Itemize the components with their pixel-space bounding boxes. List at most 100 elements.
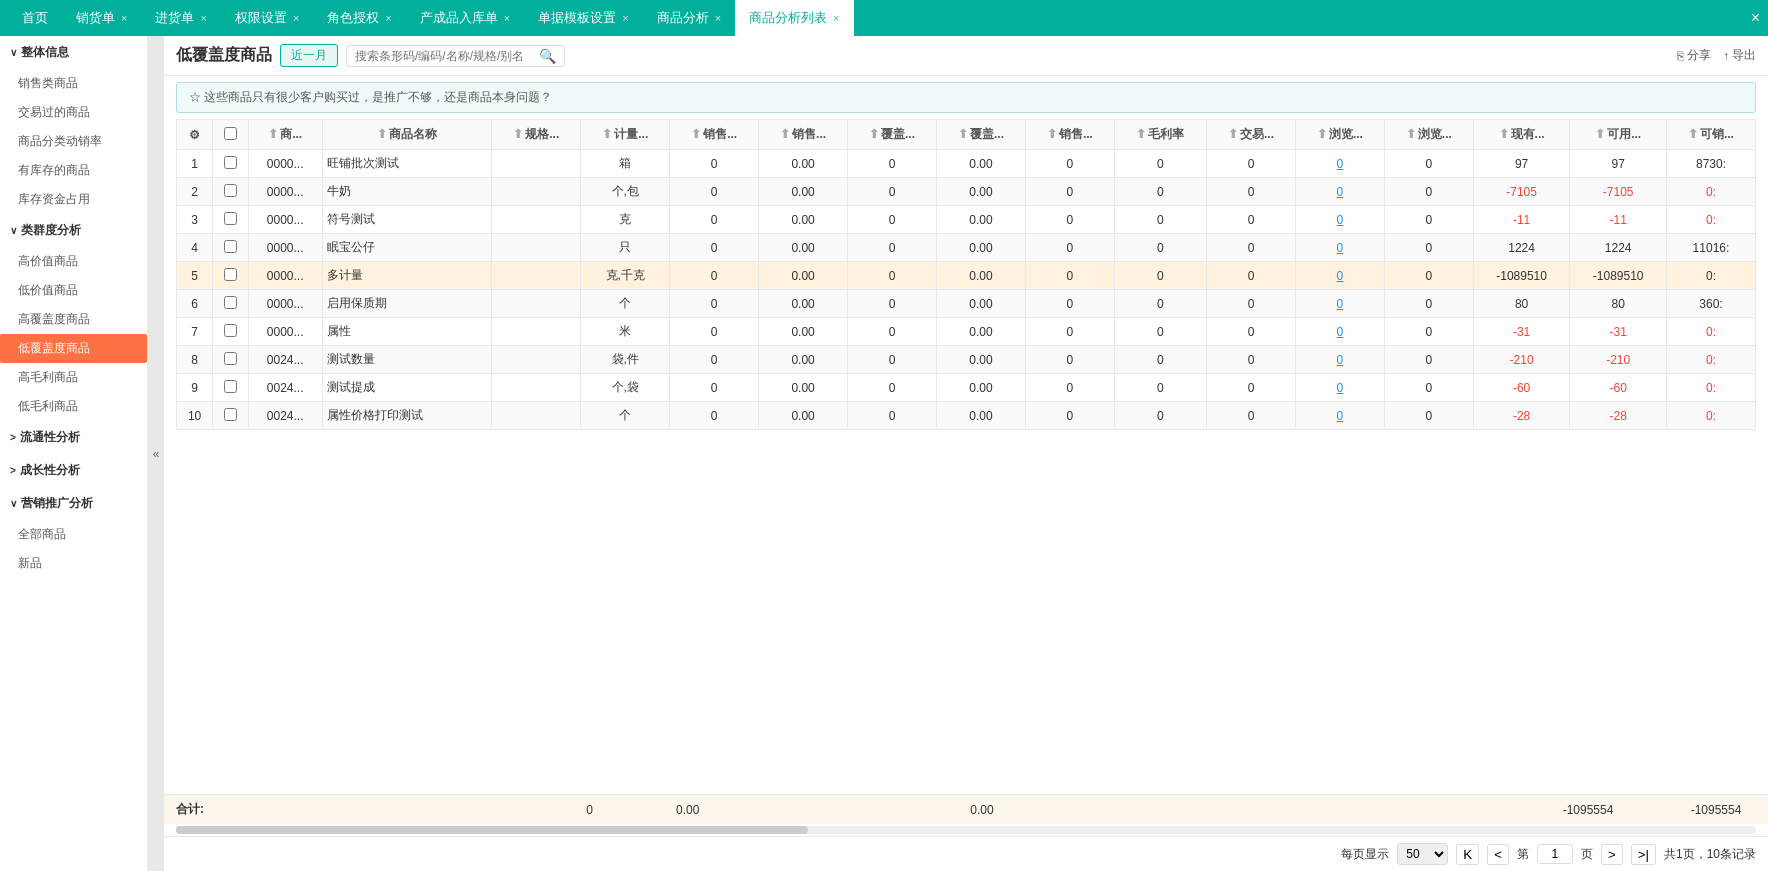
nav-tab-销货单[interactable]: 销货单×: [62, 0, 141, 36]
close-tab-icon[interactable]: ×: [715, 0, 721, 36]
export-btn[interactable]: ↑ 导出: [1723, 47, 1756, 64]
sidebar-section-成长性分析[interactable]: >成长性分析: [0, 454, 147, 487]
sidebar-section-流通性分析[interactable]: >流通性分析: [0, 421, 147, 454]
col-header-trade[interactable]: ⬆交易...: [1207, 120, 1296, 150]
prev-page-btn[interactable]: <: [1487, 844, 1509, 865]
row-sales-qty: 0: [670, 262, 759, 290]
sidebar-section-营销推广分析[interactable]: ∨营销推广分析: [0, 487, 147, 520]
search-icon[interactable]: 🔍: [539, 48, 556, 64]
browse-link[interactable]: 0: [1337, 325, 1344, 339]
row-checkbox[interactable]: [224, 352, 237, 365]
col-header-gross_margin[interactable]: ⬆毛利率: [1114, 120, 1206, 150]
sort-icon: ⬆: [780, 127, 790, 141]
row-checkbox[interactable]: [224, 296, 237, 309]
close-tab-icon[interactable]: ×: [293, 0, 299, 36]
browse-link[interactable]: 0: [1337, 409, 1344, 423]
col-header-browse2[interactable]: ⬆浏览...: [1384, 120, 1473, 150]
browse-link[interactable]: 0: [1337, 157, 1344, 171]
browse-link[interactable]: 0: [1337, 241, 1344, 255]
window-close-btn[interactable]: ×: [1751, 9, 1760, 27]
nav-tab-产成品入库单[interactable]: 产成品入库单×: [406, 0, 524, 36]
row-checkbox[interactable]: [224, 268, 237, 281]
browse-link[interactable]: 0: [1337, 353, 1344, 367]
col-header-sales_qty[interactable]: ⬆销售...: [670, 120, 759, 150]
sidebar-item-销售类商品[interactable]: 销售类商品: [0, 69, 147, 98]
row-trade: 0: [1207, 262, 1296, 290]
col-header-coverage2[interactable]: ⬆覆盖...: [937, 120, 1026, 150]
sidebar-section-类群度分析[interactable]: ∨类群度分析: [0, 214, 147, 247]
row-checkbox[interactable]: [224, 380, 237, 393]
scrollbar-thumb[interactable]: [176, 826, 808, 834]
row-checkbox[interactable]: [224, 408, 237, 421]
row-browse1: 0: [1295, 234, 1384, 262]
col-header-unit[interactable]: ⬆计量...: [581, 120, 670, 150]
nav-tab-商品分析列表[interactable]: 商品分析列表×: [735, 0, 853, 36]
sidebar-item-高覆盖度商品[interactable]: 高覆盖度商品: [0, 305, 147, 334]
sidebar-item-低覆盖度商品[interactable]: 低覆盖度商品: [0, 334, 147, 363]
share-icon: ⎘: [1677, 49, 1684, 63]
share-btn[interactable]: ⎘ 分享: [1677, 47, 1711, 64]
col-header-name[interactable]: ⬆商品名称: [322, 120, 492, 150]
per-page-select[interactable]: 50 100: [1397, 843, 1448, 865]
row-checkbox[interactable]: [224, 240, 237, 253]
sidebar-item-高毛利商品[interactable]: 高毛利商品: [0, 363, 147, 392]
close-tab-icon[interactable]: ×: [833, 0, 839, 36]
sidebar-item-高价值商品[interactable]: 高价值商品: [0, 247, 147, 276]
nav-tab-商品分析[interactable]: 商品分析×: [643, 0, 735, 36]
select-all-checkbox[interactable]: [224, 127, 237, 140]
row-cov2: 0.00: [937, 150, 1026, 178]
page-number-input[interactable]: [1537, 844, 1573, 864]
sidebar-item-库存资金占用[interactable]: 库存资金占用: [0, 185, 147, 214]
nav-tab-权限设置[interactable]: 权限设置×: [221, 0, 313, 36]
sidebar-collapse-btn[interactable]: «: [148, 36, 164, 871]
horizontal-scrollbar[interactable]: [176, 826, 1756, 834]
nav-tab-角色授权[interactable]: 角色授权×: [313, 0, 405, 36]
row-checkbox[interactable]: [224, 184, 237, 197]
browse-link[interactable]: 0: [1337, 381, 1344, 395]
row-sales-qty: 0: [670, 150, 759, 178]
sidebar-item-商品分类动销率[interactable]: 商品分类动销率: [0, 127, 147, 156]
close-tab-icon[interactable]: ×: [622, 0, 628, 36]
browse-link[interactable]: 0: [1337, 297, 1344, 311]
row-sales3: 0: [1025, 178, 1114, 206]
col-header-code[interactable]: ⬆商...: [248, 120, 322, 150]
table-container[interactable]: ⚙⬆商...⬆商品名称⬆规格...⬆计量...⬆销售...⬆销售...⬆覆盖..…: [164, 119, 1768, 794]
close-tab-icon[interactable]: ×: [504, 0, 510, 36]
sidebar-item-低毛利商品[interactable]: 低毛利商品: [0, 392, 147, 421]
col-header-current_stock[interactable]: ⬆现有...: [1473, 120, 1570, 150]
filter-period-btn[interactable]: 近一月: [280, 44, 338, 67]
browse-link[interactable]: 0: [1337, 269, 1344, 283]
col-header-saleable[interactable]: ⬆可销...: [1666, 120, 1755, 150]
sidebar-item-新品[interactable]: 新品: [0, 549, 147, 578]
close-tab-icon[interactable]: ×: [121, 0, 127, 36]
search-input[interactable]: [355, 49, 535, 63]
col-header-coverage1[interactable]: ⬆覆盖...: [848, 120, 937, 150]
col-header-sales_amt[interactable]: ⬆销售...: [759, 120, 848, 150]
col-header-available_stock[interactable]: ⬆可用...: [1570, 120, 1667, 150]
row-browse2: 0: [1384, 178, 1473, 206]
col-header-browse1[interactable]: ⬆浏览...: [1295, 120, 1384, 150]
next-page-btn[interactable]: >: [1601, 844, 1623, 865]
first-page-btn[interactable]: K: [1456, 844, 1479, 865]
row-sales-amt: 0.00: [759, 206, 848, 234]
browse-link[interactable]: 0: [1337, 185, 1344, 199]
col-header-sales3[interactable]: ⬆销售...: [1025, 120, 1114, 150]
close-tab-icon[interactable]: ×: [200, 0, 206, 36]
row-checkbox[interactable]: [224, 212, 237, 225]
close-tab-icon[interactable]: ×: [385, 0, 391, 36]
sidebar-item-低价值商品[interactable]: 低价值商品: [0, 276, 147, 305]
nav-tab-单据模板设置[interactable]: 单据模板设置×: [524, 0, 642, 36]
nav-tab-首页[interactable]: 首页: [8, 0, 62, 36]
col-header-spec[interactable]: ⬆规格...: [492, 120, 581, 150]
sidebar-item-交易过的商品[interactable]: 交易过的商品: [0, 98, 147, 127]
sidebar-item-全部商品[interactable]: 全部商品: [0, 520, 147, 549]
sidebar-item-有库存的商品[interactable]: 有库存的商品: [0, 156, 147, 185]
row-checkbox[interactable]: [224, 156, 237, 169]
browse-link[interactable]: 0: [1337, 213, 1344, 227]
last-page-btn[interactable]: >|: [1631, 844, 1656, 865]
nav-tab-进货单[interactable]: 进货单×: [141, 0, 220, 36]
settings-icon[interactable]: ⚙: [189, 128, 200, 142]
row-sales-amt: 0.00: [759, 234, 848, 262]
sidebar-section-整体信息[interactable]: ∨整体信息: [0, 36, 147, 69]
row-checkbox[interactable]: [224, 324, 237, 337]
